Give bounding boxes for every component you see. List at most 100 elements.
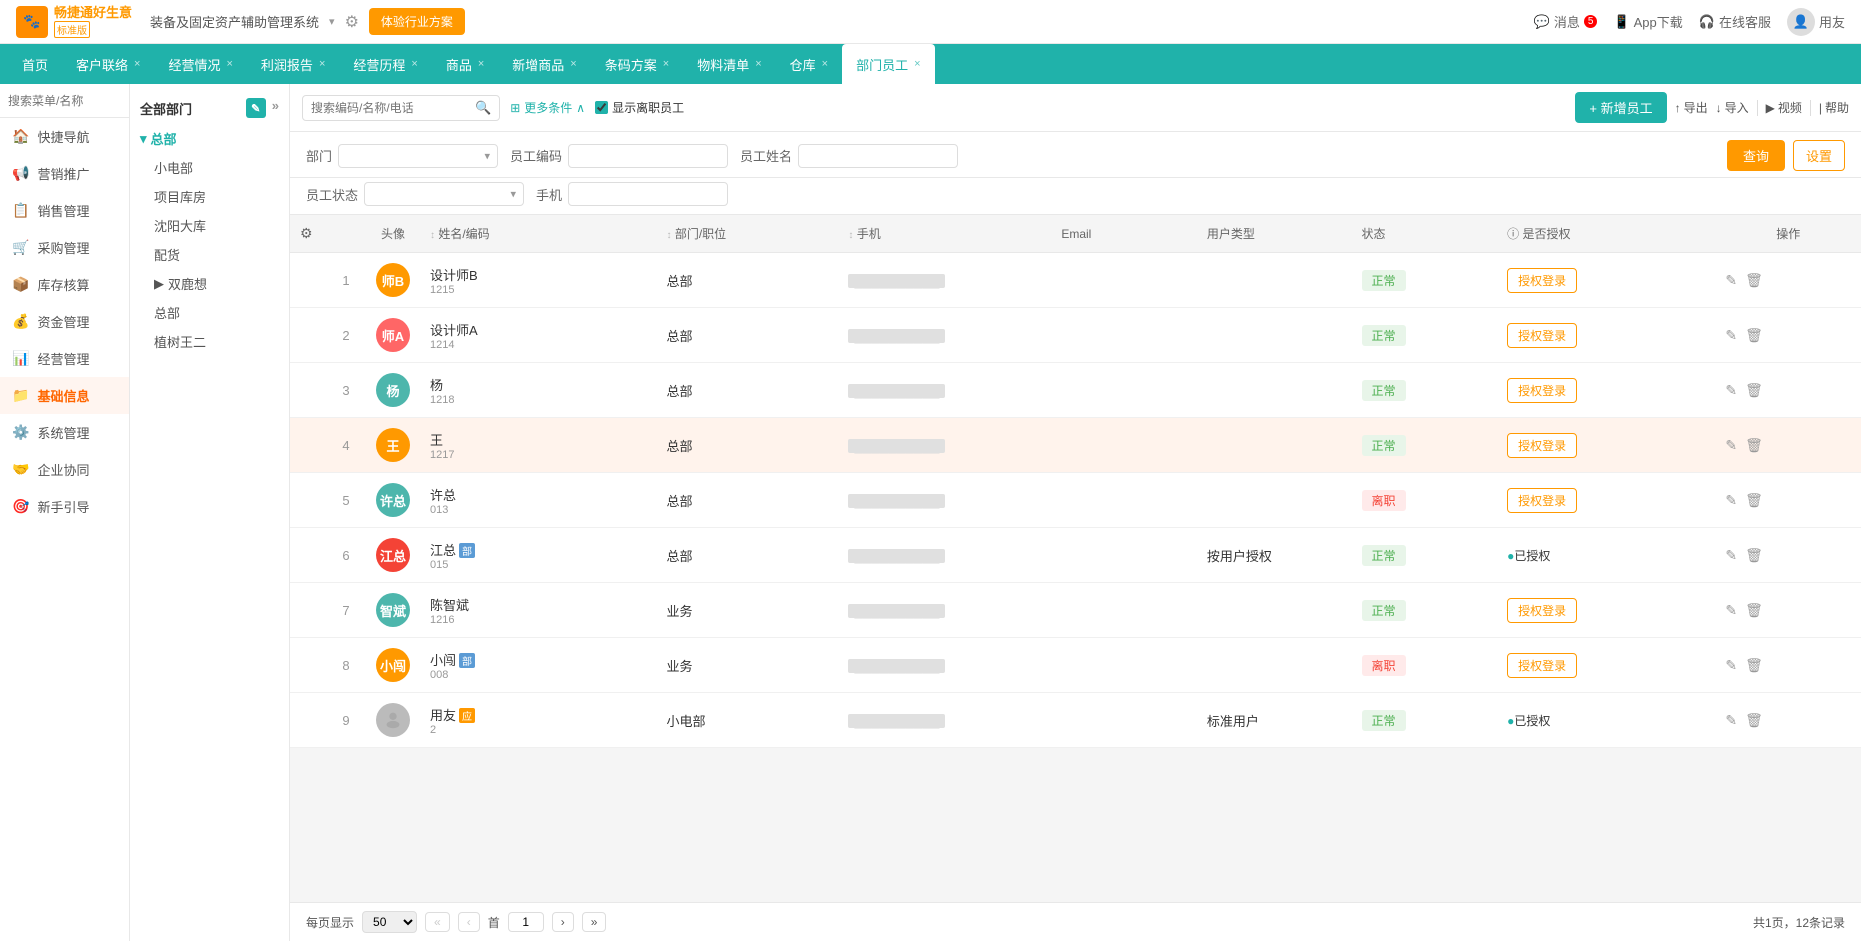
sidebar-item-purchase[interactable]: 🛒 采购管理 — [0, 229, 129, 266]
tab-history[interactable]: 经营历程× — [339, 44, 431, 84]
view-button[interactable]: ▶ 视频 — [1766, 99, 1802, 116]
tab-operation[interactable]: 经营情况× — [154, 44, 246, 84]
tab-bom[interactable]: 物料清单× — [683, 44, 775, 84]
delete-button[interactable]: 🗑 — [1745, 602, 1763, 619]
dept-item-shenyang[interactable]: 沈阳大库 — [130, 211, 289, 240]
per-page-select[interactable]: 50 100 — [362, 911, 417, 933]
edit-button[interactable]: ✎ — [1725, 437, 1737, 454]
emp-name-input[interactable] — [798, 144, 958, 168]
auth-login-button[interactable]: 授权登录 — [1507, 488, 1577, 513]
edit-button[interactable]: ✎ — [1725, 657, 1737, 674]
close-icon[interactable]: × — [914, 58, 920, 70]
close-icon[interactable]: × — [663, 58, 669, 70]
dept-select[interactable] — [338, 144, 498, 168]
edit-button[interactable]: ✎ — [1725, 492, 1737, 509]
close-icon[interactable]: × — [570, 58, 576, 70]
prev-page-btn[interactable]: ‹ — [458, 912, 480, 932]
edit-button[interactable]: ✎ — [1725, 382, 1737, 399]
close-icon[interactable]: × — [134, 58, 140, 70]
close-icon[interactable]: × — [478, 58, 484, 70]
delete-button[interactable]: 🗑 — [1745, 712, 1763, 729]
delete-button[interactable]: 🗑 — [1745, 437, 1763, 454]
delete-button[interactable]: 🗑 — [1745, 327, 1763, 344]
dept-edit-icon[interactable]: ✎ — [246, 98, 266, 118]
sidebar-item-inventory[interactable]: 📦 库存核算 — [0, 266, 129, 303]
dept-item-headquarters[interactable]: ▾ 总部 — [130, 124, 289, 153]
auth-login-button[interactable]: 授权登录 — [1507, 598, 1577, 623]
trial-button[interactable]: 体验行业方案 — [369, 8, 465, 35]
dept-item-shuanglu[interactable]: ▶ 双鹿想 — [130, 269, 289, 298]
auth-login-button[interactable]: 授权登录 — [1507, 433, 1577, 458]
dept-item-hq2[interactable]: 总部 — [130, 298, 289, 327]
th-dept[interactable]: ↕ 部门/职位 — [657, 215, 839, 253]
edit-button[interactable]: ✎ — [1725, 327, 1737, 344]
auth-login-button[interactable]: 授权登录 — [1507, 653, 1577, 678]
tab-add-goods[interactable]: 新增商品× — [498, 44, 590, 84]
sidebar-item-guide[interactable]: 🎯 新手引导 — [0, 488, 129, 525]
add-employee-button[interactable]: + 新增员工 — [1575, 92, 1666, 123]
close-icon[interactable]: × — [319, 58, 325, 70]
export-button[interactable]: ↑ 导出 — [1675, 99, 1708, 116]
sidebar-item-finance[interactable]: 💰 资金管理 — [0, 303, 129, 340]
auth-login-button[interactable]: 授权登录 — [1507, 323, 1577, 348]
edit-button[interactable]: ✎ — [1725, 547, 1737, 564]
close-icon[interactable]: × — [226, 58, 232, 70]
query-button[interactable]: 查询 — [1727, 140, 1785, 171]
search-input[interactable] — [311, 101, 471, 115]
page-input[interactable] — [508, 912, 544, 932]
sidebar-item-system[interactable]: ⚙️ 系统管理 — [0, 414, 129, 451]
auth-login-button[interactable]: 授权登录 — [1507, 268, 1577, 293]
first-page-btn[interactable]: « — [425, 912, 450, 932]
help-button[interactable]: | 帮助 — [1819, 99, 1849, 116]
delete-button[interactable]: 🗑 — [1745, 272, 1763, 289]
delete-button[interactable]: 🗑 — [1745, 547, 1763, 564]
dept-item-plant[interactable]: 植树王二 — [130, 327, 289, 356]
delete-button[interactable]: 🗑 — [1745, 492, 1763, 509]
online-service-btn[interactable]: 🎧 在线客服 — [1699, 12, 1771, 31]
sidebar-search-input[interactable] — [8, 94, 130, 108]
tab-barcode[interactable]: 条码方案× — [591, 44, 683, 84]
auth-login-button[interactable]: 授权登录 — [1507, 378, 1577, 403]
last-page-btn[interactable]: » — [582, 912, 607, 932]
tab-dept-employee[interactable]: 部门员工× — [842, 44, 934, 84]
dept-collapse-icon[interactable]: » — [272, 98, 279, 118]
message-btn[interactable]: 💬 消息 5 — [1534, 12, 1598, 31]
title-arrow-icon[interactable]: ▾ — [329, 15, 335, 28]
emp-code-input[interactable] — [568, 144, 728, 168]
app-download-btn[interactable]: 📱 App下载 — [1613, 12, 1682, 31]
tab-home[interactable]: 首页 — [8, 44, 62, 84]
table-gear-icon[interactable]: ⚙ — [300, 225, 313, 241]
th-name[interactable]: ↕ 姓名/编码 — [420, 215, 657, 253]
settings-button[interactable]: 设置 — [1793, 140, 1845, 171]
sidebar-item-sales[interactable]: 📋 销售管理 — [0, 192, 129, 229]
more-filter-btn[interactable]: ⊞ 更多条件 ∧ — [510, 99, 585, 116]
dept-item-distribution[interactable]: 配货 — [130, 240, 289, 269]
dept-item-project[interactable]: 项目库房 — [130, 182, 289, 211]
status-select[interactable] — [364, 182, 524, 206]
gear-button[interactable]: ⚙ — [345, 12, 359, 32]
next-page-btn[interactable]: › — [552, 912, 574, 932]
user-menu[interactable]: 👤 用友 — [1787, 8, 1845, 36]
phone-input[interactable] — [568, 182, 728, 206]
th-settings[interactable]: ⚙ — [290, 215, 326, 253]
dept-item-small-elec[interactable]: 小电部 — [130, 153, 289, 182]
edit-button[interactable]: ✎ — [1725, 602, 1737, 619]
delete-button[interactable]: 🗑 — [1745, 382, 1763, 399]
close-icon[interactable]: × — [755, 58, 761, 70]
sidebar-item-quick-nav[interactable]: 🏠 快捷导航 — [0, 118, 129, 155]
show-resigned-checkbox[interactable] — [595, 101, 608, 114]
sidebar-item-basic-info[interactable]: 📁 基础信息 — [0, 377, 129, 414]
close-icon[interactable]: × — [822, 58, 828, 70]
tab-goods[interactable]: 商品× — [432, 44, 498, 84]
th-phone[interactable]: ↕ 手机 — [838, 215, 1051, 253]
tab-warehouse[interactable]: 仓库× — [776, 44, 842, 84]
import-button[interactable]: ↓ 导入 — [1716, 99, 1749, 116]
close-icon[interactable]: × — [411, 58, 417, 70]
edit-button[interactable]: ✎ — [1725, 712, 1737, 729]
delete-button[interactable]: 🗑 — [1745, 657, 1763, 674]
tab-customer[interactable]: 客户联络× — [62, 44, 154, 84]
sidebar-item-collab[interactable]: 🤝 企业协同 — [0, 451, 129, 488]
sidebar-item-operations[interactable]: 📊 经营管理 — [0, 340, 129, 377]
sidebar-item-marketing[interactable]: 📢 营销推广 — [0, 155, 129, 192]
tab-profit[interactable]: 利润报告× — [247, 44, 339, 84]
